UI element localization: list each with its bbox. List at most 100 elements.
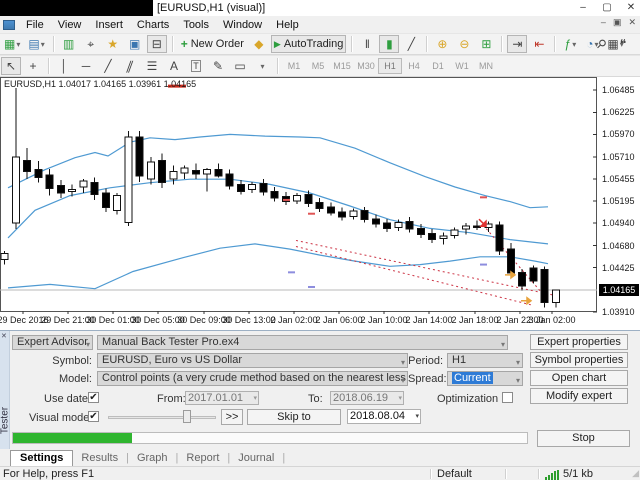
line-chart-button[interactable]: ╱ [401,35,421,53]
zoom-in-button[interactable]: ⊕ [432,35,452,53]
price-axis[interactable]: 1.06485 1.06225 1.05970 1.05710 1.05455 1.051… [597,77,640,330]
autotrading-button[interactable]: ▶ AutoTrading [270,35,347,53]
visual-mode-checkbox[interactable]: ✔ [88,411,99,422]
period-combo[interactable]: H1 ▾ [447,353,523,368]
search-button[interactable]: ⚲ [591,35,611,53]
candle-bear [495,224,504,252]
resize-grip-icon[interactable]: ◢ [632,468,639,479]
maximize-icon[interactable]: ▢ [600,0,614,16]
menu-item-view[interactable]: View [51,19,89,31]
navigator-button[interactable]: ★ [103,35,123,53]
level-dash-marker [308,285,315,288]
crosshair-button[interactable]: + [23,57,43,75]
tab-graph[interactable]: Graph [129,452,176,464]
timeframe-h1[interactable]: H1 [378,58,402,74]
tab-journal[interactable]: Journal [230,452,282,464]
more-tools-button[interactable]: ▾ [252,57,272,75]
chevron-down-icon: ▾ [572,39,577,49]
zoom-out-button[interactable]: ⊖ [454,35,474,53]
connection-status[interactable]: 5/1 kb [563,468,593,480]
new-order-button[interactable]: + New Order [178,35,247,53]
mdi-close-icon[interactable]: ✕ [628,17,636,28]
chart-shift-button[interactable]: ⇤ [529,35,549,53]
tile-windows-button[interactable]: ⊞ [476,35,496,53]
indicators-button[interactable]: ƒ ▾ [560,35,580,53]
shapes-button[interactable]: ▭ [230,57,250,75]
skip-to-button[interactable]: Skip to [247,409,341,425]
status-profile[interactable]: Default [437,468,472,480]
vertical-line-button[interactable]: │ [54,57,74,75]
close-icon[interactable]: ✕ [624,0,638,16]
candle-bear [315,202,324,210]
metaeditor-button[interactable]: ◆ [249,35,269,53]
tab-settings[interactable]: Settings [10,449,74,466]
timeframe-d1[interactable]: D1 [426,58,450,74]
level-dash-marker [308,212,315,215]
timeframe-m5[interactable]: M5 [306,58,330,74]
mdi-restore-icon[interactable]: ▣ [613,17,622,28]
timeframe-bar: M1 M5 M15 M30 H1 H4 D1 W1 MN [282,58,498,74]
tab-results[interactable]: Results [73,452,126,464]
time-axis[interactable]: 29 Dec 2016 29 Dec 21:00 30 Dec 01:00 30 De… [0,314,597,328]
candle-bull [394,221,403,229]
mdi-minimize-icon[interactable]: – [601,17,606,28]
from-date-field[interactable]: 2017.01.01 ▾ [185,391,259,405]
profiles-button[interactable]: ▤ ▾ [25,35,47,53]
expert-properties-button[interactable]: Expert properties [530,334,628,350]
strategy-tester-panel: ✕ Tester Expert Advisor ▾ Manual Back Tes… [0,330,640,450]
trendline-button[interactable]: ╱ [98,57,118,75]
auto-scroll-button[interactable]: ⇥ [507,35,528,53]
tester-mode-combo[interactable]: Expert Advisor ▾ [12,335,93,350]
arrows-tool-button[interactable]: ✎ [208,57,228,75]
cursor-button[interactable]: ↖ [1,57,21,75]
toolbar-separator [554,36,556,52]
menu-item-insert[interactable]: Insert [88,19,130,31]
timeframe-h4[interactable]: H4 [402,58,426,74]
spread-combo[interactable]: Current ▾ [447,371,523,386]
visual-speed-slider-thumb[interactable] [183,410,191,423]
optimization-checkbox[interactable] [502,392,513,403]
symbol-combo[interactable]: EURUSD, Euro vs US Dollar ▾ [97,353,408,368]
timeframe-m1[interactable]: M1 [282,58,306,74]
model-combo[interactable]: Control points (a very crude method base… [97,371,408,386]
text-label-button[interactable]: T [186,57,206,75]
expert-advisor-combo[interactable]: Manual Back Tester Pro.ex4 ▾ [97,335,508,350]
terminal-button[interactable]: ▣ [125,35,145,53]
chat-button[interactable]: ❝ [613,35,633,53]
to-date-field[interactable]: 2018.06.19 ▾ [330,391,404,405]
menu-item-tools[interactable]: Tools [176,19,216,31]
candlestick-chart[interactable] [0,77,597,330]
skip-to-date-field[interactable]: 2018.08.04 ▾ [347,409,421,424]
horizontal-line-button[interactable]: ─ [76,57,96,75]
timeframe-m30[interactable]: M30 [354,58,378,74]
fibonacci-button[interactable]: ☰ [142,57,162,75]
use-date-checkbox[interactable]: ✔ [88,392,99,403]
timeframe-m15[interactable]: M15 [330,58,354,74]
candlestick-chart-button[interactable]: ▮ [379,35,400,53]
open-chart-button[interactable]: Open chart [530,370,628,386]
tab-report[interactable]: Report [178,452,227,464]
minimize-icon[interactable]: – [576,0,590,16]
symbol-properties-button[interactable]: Symbol properties [530,352,628,368]
bar-chart-button[interactable]: ‖ [357,35,377,53]
tester-close-icon[interactable]: ✕ [1,332,7,340]
channel-button[interactable]: ∥ [120,57,140,75]
fast-forward-button[interactable]: >> [221,409,243,425]
timeframe-w1[interactable]: W1 [450,58,474,74]
menu-item-window[interactable]: Window [216,19,269,31]
chart-window[interactable]: EURUSD,H1 1.04017 1.04165 1.03961 1.0416… [0,77,640,330]
menu-item-file[interactable]: File [19,19,51,31]
data-window-button[interactable]: ⌖ [81,35,101,53]
timeframe-mn[interactable]: MN [474,58,498,74]
visual-speed-slider[interactable] [108,416,216,419]
menu-item-charts[interactable]: Charts [130,19,176,31]
modify-expert-button[interactable]: Modify expert [530,388,628,404]
new-chart-button[interactable]: ▦ ▾ [1,35,23,53]
stop-button[interactable]: Stop [537,430,630,447]
candle-bull [180,167,189,174]
text-button[interactable]: A [164,57,184,75]
progress-fill [13,433,132,443]
menu-item-help[interactable]: Help [269,19,306,31]
market-watch-button[interactable]: ▥ [59,35,79,53]
strategy-tester-button[interactable]: ⊟ [146,35,167,53]
